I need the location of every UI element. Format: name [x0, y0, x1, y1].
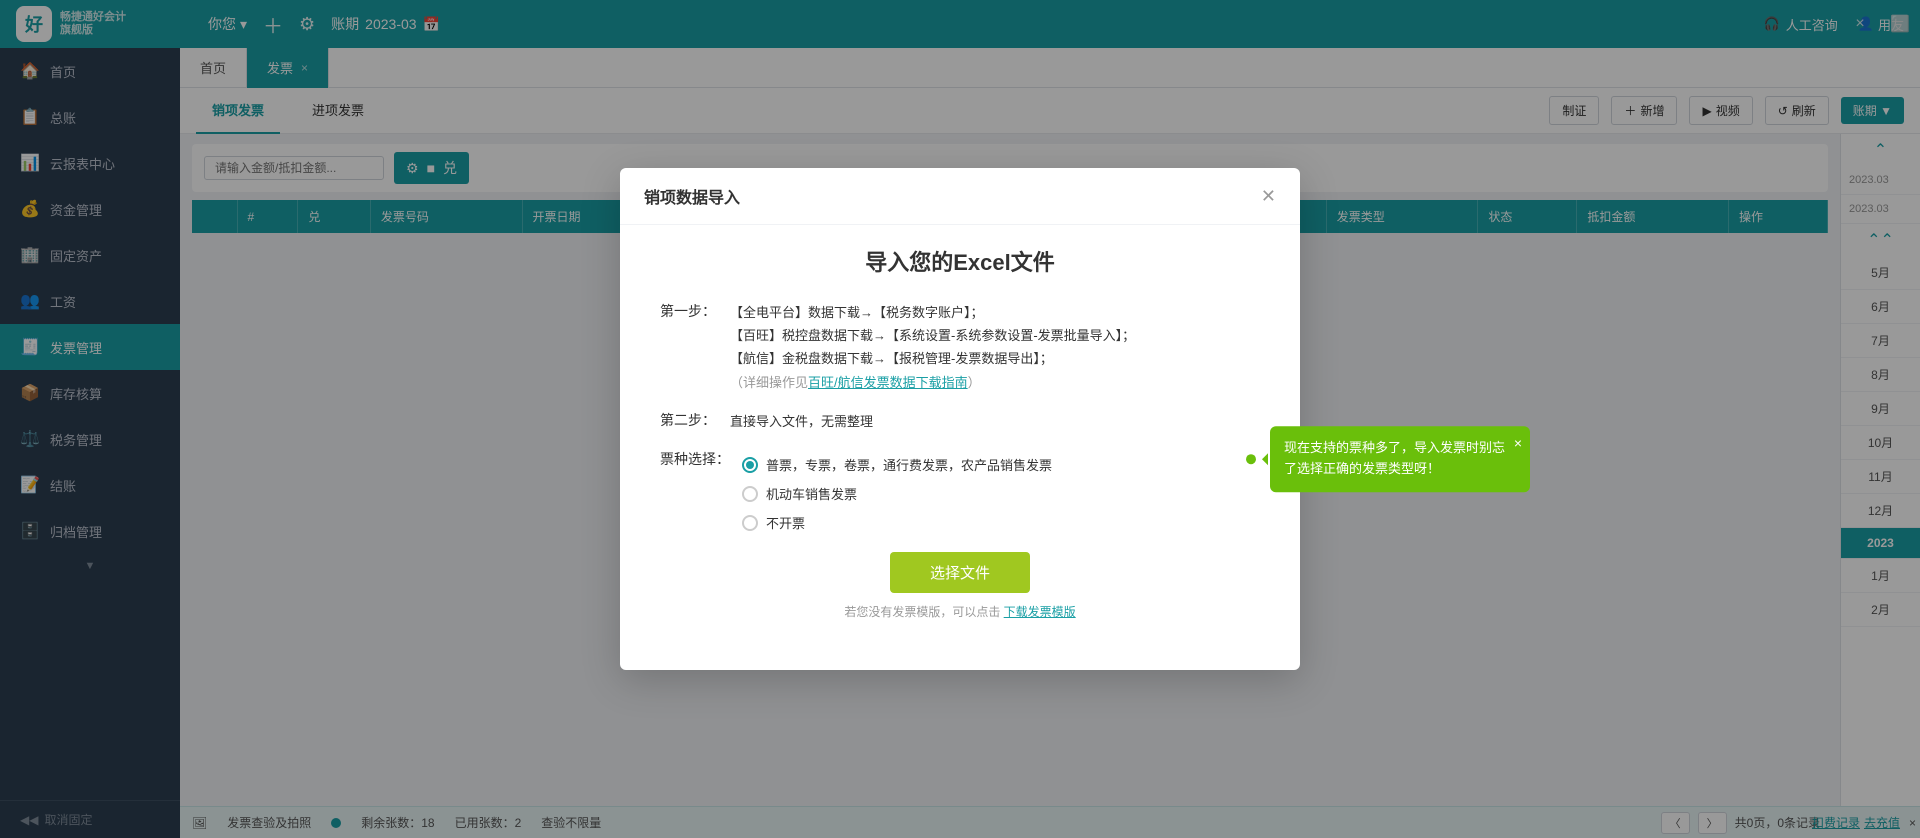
radio-motor-label: 机动车销售发票	[766, 484, 857, 503]
modal-overlay: 销项数据导入 ✕ 导入您的Excel文件 第一步： 【全电平台】数据下载→【税务…	[0, 0, 1920, 838]
download-template-link[interactable]: 下载发票模版	[1004, 605, 1076, 619]
select-file-button[interactable]: 选择文件	[890, 552, 1030, 593]
step2-content: 直接导入文件，无需整理	[730, 410, 873, 433]
step2-label: 第二步：	[660, 410, 718, 433]
modal-body: 导入您的Excel文件 第一步： 【全电平台】数据下载→【税务数字账户】； 【百…	[620, 225, 1300, 641]
modal-subtitle: 导入您的Excel文件	[660, 245, 1260, 277]
radio-general-label: 普票，专票，卷票，通行费发票，农产品销售发票	[766, 455, 1052, 474]
step2-row: 第二步： 直接导入文件，无需整理	[660, 410, 1260, 433]
radio-general[interactable]: 普票，专票，卷票，通行费发票，农产品销售发票	[742, 455, 1052, 474]
radio-notissued-label: 不开票	[766, 513, 805, 532]
import-modal: 销项数据导入 ✕ 导入您的Excel文件 第一步： 【全电平台】数据下载→【税务…	[620, 168, 1300, 671]
radio-motor[interactable]: 机动车销售发票	[742, 484, 1052, 503]
step1-line3: 【航信】金税盘数据下载→【报税管理-发票数据导出】；	[730, 347, 1135, 370]
step1-line2: 【百旺】税控盘数据下载→【系统设置-系统参数设置-发票批量导入】；	[730, 324, 1135, 347]
modal-title: 销项数据导入	[644, 184, 740, 208]
step1-row: 第一步： 【全电平台】数据下载→【税务数字账户】； 【百旺】税控盘数据下载→【系…	[660, 301, 1260, 395]
ticket-label: 票种选择：	[660, 449, 730, 469]
guide-link[interactable]: 百旺/航信发票数据下载指南	[808, 375, 968, 390]
callout-dot	[1246, 454, 1256, 464]
callout-text: 现在支持的票种多了，导入发票时别忘了选择正确的发票类型呀！	[1284, 441, 1505, 477]
step1-link: （详细操作见百旺/航信发票数据下载指南）	[730, 371, 1135, 394]
radio-notissued[interactable]: 不开票	[742, 513, 1052, 532]
step1-label: 第一步：	[660, 301, 718, 395]
radio-group: 普票，专票，卷票，通行费发票，农产品销售发票 机动车销售发票 不开票	[742, 455, 1052, 532]
step1-line1: 【全电平台】数据下载→【税务数字账户】；	[730, 301, 1135, 324]
step1-content: 【全电平台】数据下载→【税务数字账户】； 【百旺】税控盘数据下载→【系统设置-系…	[730, 301, 1135, 395]
ticket-callout: × 现在支持的票种多了，导入发票时别忘了选择正确的发票类型呀！	[1270, 427, 1530, 493]
modal-footer: 若您没有发票模版，可以点击 下载发票模版	[660, 603, 1260, 620]
modal-header: 销项数据导入 ✕	[620, 168, 1300, 225]
callout-close-button[interactable]: ×	[1514, 433, 1522, 455]
modal-close-button[interactable]: ✕	[1261, 187, 1276, 205]
radio-circle-motor	[742, 486, 758, 502]
radio-circle-notissued	[742, 515, 758, 531]
ticket-row: 票种选择： 普票，专票，卷票，通行费发票，农产品销售发票 机动车销售发票 不开票	[660, 449, 1260, 532]
radio-circle-general	[742, 457, 758, 473]
